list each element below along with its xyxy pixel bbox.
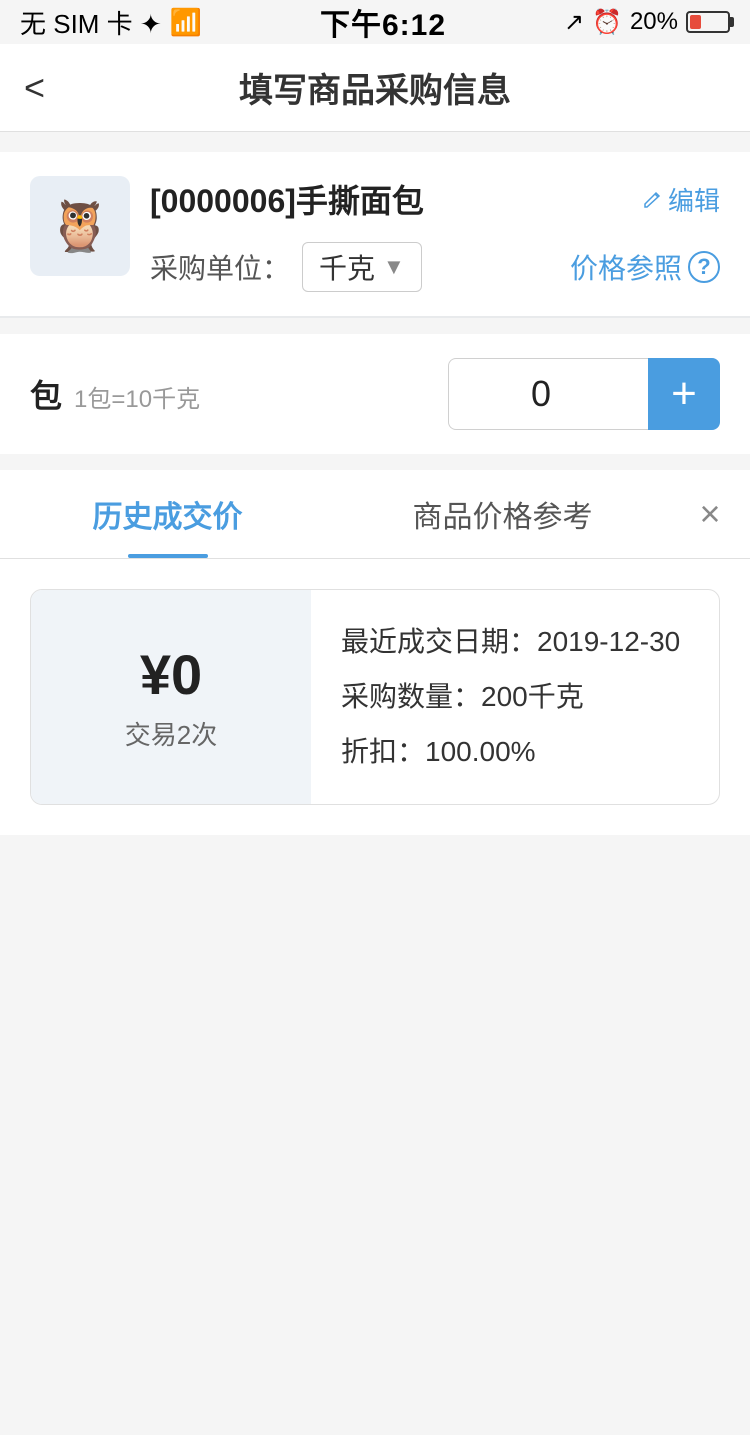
help-icon: ?	[688, 251, 720, 283]
quantity-label-block: 包 1包=10千克	[30, 371, 200, 417]
tabs-close-button[interactable]: ×	[670, 470, 750, 558]
location-icon: ↗	[564, 8, 584, 37]
tab-price-ref[interactable]: 商品价格参考	[335, 470, 670, 558]
product-name-row: [0000006]手撕面包 编辑	[150, 176, 720, 222]
status-bar: 无 SIM 卡 ✦ 📶 下午6:12 ↗ ⏰ 20%	[0, 0, 750, 44]
sim-status: 无 SIM 卡 ✦	[20, 4, 162, 41]
tab-history-label: 历史成交价	[93, 492, 243, 536]
history-details: 最近成交日期：2019-12-30 采购数量：200千克 折扣：100.00%	[311, 590, 719, 804]
history-qty-row: 采购数量：200千克	[341, 677, 689, 716]
history-date-row: 最近成交日期：2019-12-30	[341, 622, 689, 661]
status-right: ↗ ⏰ 20%	[564, 8, 730, 37]
battery-percent: 20%	[630, 8, 678, 36]
battery-indicator	[686, 11, 730, 33]
quantity-input-block: +	[448, 358, 720, 430]
tabs-header: 历史成交价 商品价格参考 ×	[0, 470, 750, 559]
history-trades: 交易2次	[125, 715, 217, 752]
edit-button[interactable]: 编辑	[642, 181, 720, 218]
history-price-value: ¥0	[140, 642, 202, 707]
quantity-plus-button[interactable]: +	[648, 358, 720, 430]
dropdown-arrow-icon: ▼	[383, 254, 405, 280]
product-logo: 🦉	[49, 197, 111, 256]
unit-select[interactable]: 千克 ▼	[302, 242, 422, 292]
unit-label: 采购单位：	[150, 247, 290, 287]
product-card: 🦉 [0000006]手撕面包 编辑 采购单位： 千克 ▼ 价格参照	[0, 152, 750, 316]
quantity-unit-name: 包	[30, 371, 62, 417]
discount-value: 100.00%	[425, 736, 536, 767]
nav-bar: < 填写商品采购信息	[0, 44, 750, 132]
quantity-unit-note: 1包=10千克	[74, 379, 200, 414]
unit-row: 采购单位： 千克 ▼ 价格参照 ?	[150, 242, 720, 292]
date-value: 2019-12-30	[537, 626, 680, 657]
back-button[interactable]: <	[24, 67, 45, 109]
alarm-icon: ⏰	[592, 8, 622, 37]
tab-history-price[interactable]: 历史成交价	[0, 470, 335, 558]
qty-label: 采购数量：	[341, 681, 481, 712]
quantity-section: 包 1包=10千克 +	[0, 334, 750, 454]
section-divider	[0, 316, 750, 318]
main-background	[0, 835, 750, 1435]
tab-price-ref-label: 商品价格参考	[413, 492, 593, 536]
quantity-input[interactable]	[448, 358, 648, 430]
unit-value: 千克	[319, 247, 375, 287]
date-label: 最近成交日期：	[341, 626, 537, 657]
tabs-section: 历史成交价 商品价格参考 × ¥0 交易2次 最近成交日期：2019-12-30…	[0, 470, 750, 835]
page-title: 填写商品采购信息	[239, 63, 511, 112]
wifi-icon: 📶	[170, 7, 202, 38]
discount-label: 折扣：	[341, 736, 425, 767]
price-ref-button[interactable]: 价格参照 ?	[570, 247, 720, 287]
history-card: ¥0 交易2次 最近成交日期：2019-12-30 采购数量：200千克 折扣：…	[30, 589, 720, 805]
history-price-block: ¥0 交易2次	[31, 590, 311, 804]
status-left: 无 SIM 卡 ✦ 📶	[20, 4, 202, 41]
qty-value: 200千克	[481, 681, 584, 712]
edit-label: 编辑	[668, 181, 720, 218]
product-icon: 🦉	[30, 176, 130, 276]
status-time: 下午6:12	[320, 0, 446, 44]
price-ref-label: 价格参照	[570, 247, 682, 287]
edit-icon	[642, 188, 664, 210]
product-name: [0000006]手撕面包	[150, 176, 424, 222]
product-info: [0000006]手撕面包 编辑 采购单位： 千克 ▼ 价格参照 ?	[150, 176, 720, 292]
tab-content-history: ¥0 交易2次 最近成交日期：2019-12-30 采购数量：200千克 折扣：…	[0, 559, 750, 835]
history-discount-row: 折扣：100.00%	[341, 732, 689, 771]
